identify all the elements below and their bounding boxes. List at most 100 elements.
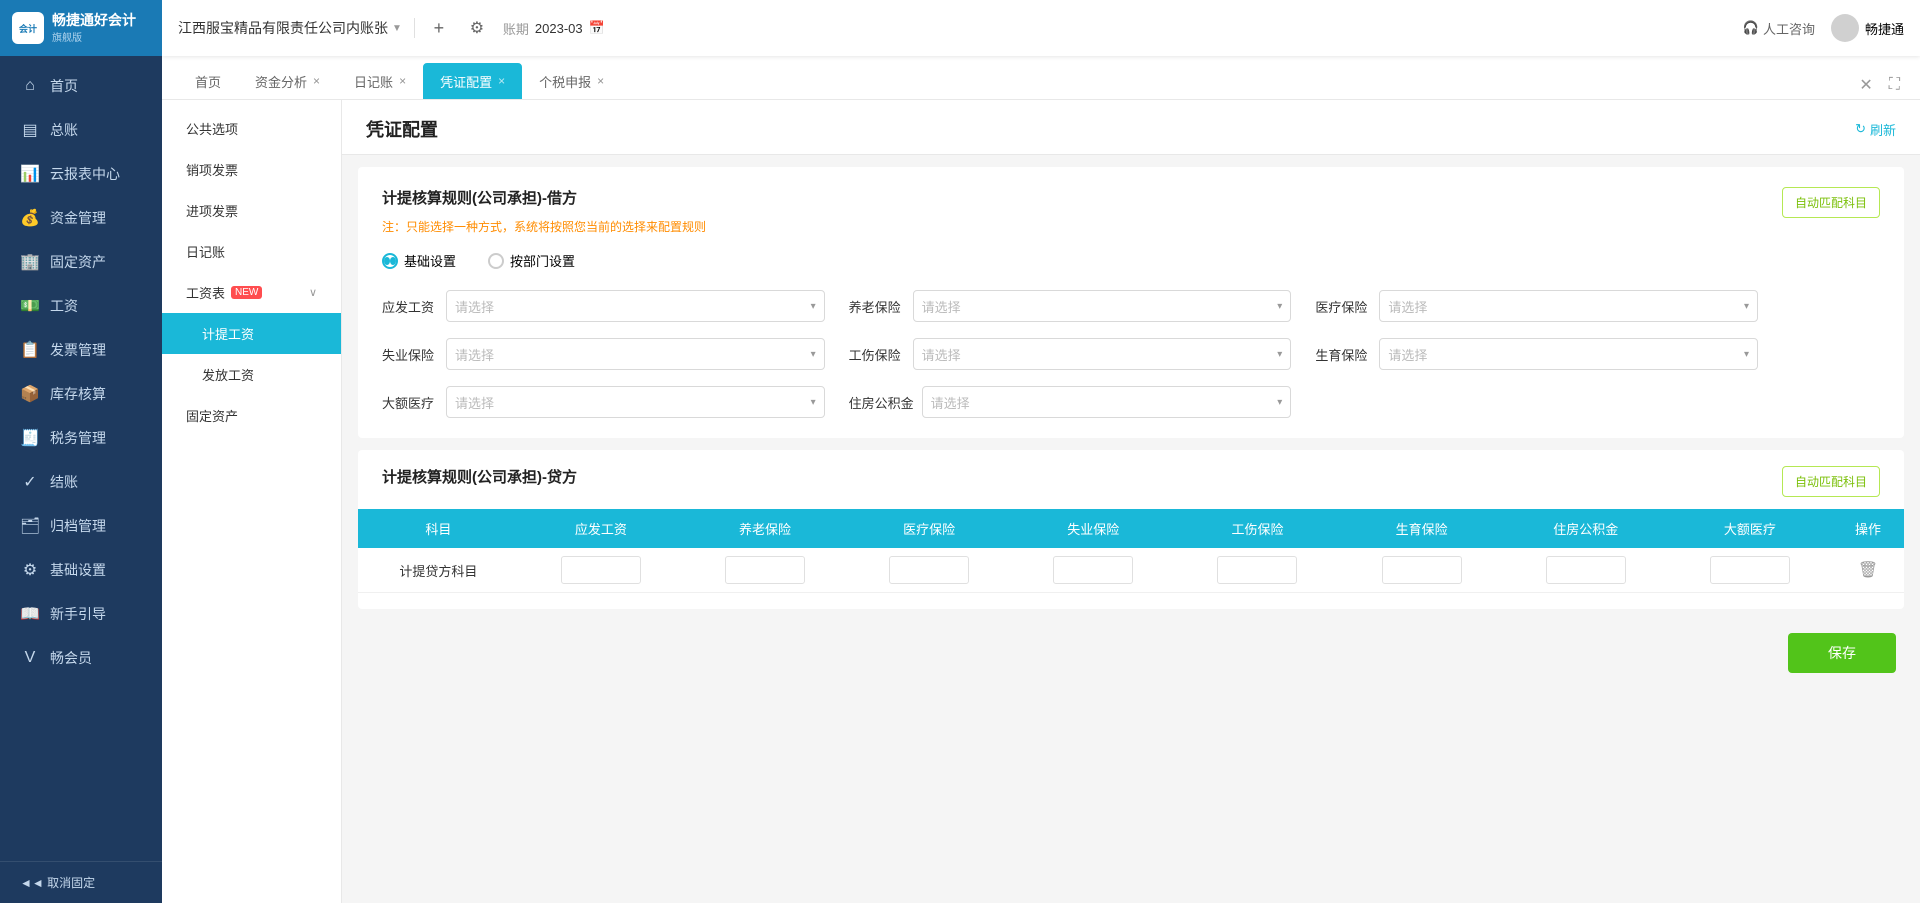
menu-item-fixed-assets[interactable]: 固定资产 bbox=[162, 395, 341, 436]
unemployment-select[interactable]: 请选择 ▾ bbox=[446, 338, 825, 370]
calendar-icon: 📅 bbox=[589, 20, 605, 36]
maternity-select[interactable]: 请选择 ▾ bbox=[1379, 338, 1758, 370]
sidebar-label-home: 首页 bbox=[50, 76, 78, 96]
large-medical-arrow: ▾ bbox=[811, 397, 816, 408]
tab-tax-close[interactable]: × bbox=[597, 74, 604, 88]
col-unemployment: 失业保险 bbox=[1011, 509, 1175, 548]
medical-select[interactable]: 请选择 ▾ bbox=[1379, 290, 1758, 322]
topbar: 江西服宝精品有限责任公司内账张 ▼ + ⚙ 账期 2023-03 📅 🎧 人工咨… bbox=[162, 0, 1920, 56]
close-tab-button[interactable]: ✕ bbox=[1855, 71, 1876, 99]
radio-group: 基础设置 按部门设置 bbox=[382, 251, 1758, 270]
tab-tax[interactable]: 个税申报 × bbox=[522, 63, 621, 99]
company-selector[interactable]: 江西服宝精品有限责任公司内账张 ▼ bbox=[178, 18, 402, 38]
payroll-submenu: 计提工资 发放工资 bbox=[162, 313, 341, 395]
tab-home[interactable]: 首页 bbox=[178, 63, 238, 99]
col-subject: 科目 bbox=[358, 509, 519, 548]
credit-auto-match-button[interactable]: 自动匹配科目 bbox=[1782, 466, 1880, 497]
input-pension[interactable] bbox=[725, 556, 805, 584]
radio-basic[interactable]: 基础设置 bbox=[382, 251, 456, 270]
app-name: 畅捷通好会计 bbox=[52, 12, 136, 29]
unemployment-arrow: ▾ bbox=[811, 349, 816, 360]
closing-icon: ✓ bbox=[20, 472, 40, 492]
sidebar-item-home[interactable]: ⌂ 首页 bbox=[0, 64, 162, 108]
pension-select[interactable]: 请选择 ▾ bbox=[913, 290, 1292, 322]
sidebar-label-funds: 资金管理 bbox=[50, 208, 106, 228]
housing-select[interactable]: 请选择 ▾ bbox=[922, 386, 1292, 418]
tab-funds[interactable]: 资金分析 × bbox=[238, 63, 337, 99]
input-injury[interactable] bbox=[1217, 556, 1297, 584]
settings-icon: ⚙ bbox=[20, 560, 40, 580]
sidebar-item-closing[interactable]: ✓ 结账 bbox=[0, 460, 162, 504]
left-menu: 公共选项 销项发票 进项发票 日记账 工资表 NEW ∨ 计提工资 发放工资 固… bbox=[162, 100, 342, 903]
menu-item-diary[interactable]: 日记账 bbox=[162, 231, 341, 272]
base-salary-select[interactable]: 请选择 ▾ bbox=[446, 290, 825, 322]
radio-basic-label: 基础设置 bbox=[404, 251, 456, 270]
sidebar-item-archive[interactable]: 🗂 归档管理 bbox=[0, 504, 162, 548]
sidebar-label-ledger: 总账 bbox=[50, 120, 78, 140]
sidebar-pin-toggle[interactable]: ◄◄ 取消固定 bbox=[0, 861, 162, 903]
sidebar-item-reports[interactable]: 📊 云报表中心 bbox=[0, 152, 162, 196]
sidebar-item-assets[interactable]: 🏢 固定资产 bbox=[0, 240, 162, 284]
debit-auto-match-button[interactable]: 自动匹配科目 bbox=[1782, 187, 1880, 218]
sidebar-item-invoices[interactable]: 📋 发票管理 bbox=[0, 328, 162, 372]
add-company-button[interactable]: + bbox=[427, 16, 451, 40]
save-button[interactable]: 保存 bbox=[1788, 633, 1896, 673]
sidebar-item-settings[interactable]: ⚙ 基础设置 bbox=[0, 548, 162, 592]
user-menu[interactable]: 畅捷通 bbox=[1831, 14, 1904, 42]
menu-item-accrual[interactable]: 计提工资 bbox=[162, 313, 341, 354]
menu-item-purchase[interactable]: 进项发票 bbox=[162, 190, 341, 231]
menu-item-sales[interactable]: 销项发票 bbox=[162, 149, 341, 190]
sidebar-item-ledger[interactable]: ▤ 总账 bbox=[0, 108, 162, 152]
pin-toggle-label: ◄◄ 取消固定 bbox=[20, 874, 95, 891]
injury-select[interactable]: 请选择 ▾ bbox=[913, 338, 1292, 370]
period-label: 账期 bbox=[503, 19, 529, 38]
support-button[interactable]: 🎧 人工咨询 bbox=[1743, 19, 1815, 38]
housing-arrow: ▾ bbox=[1277, 397, 1282, 408]
menu-item-public[interactable]: 公共选项 bbox=[162, 108, 341, 149]
tab-voucher-label: 凭证配置 bbox=[440, 72, 492, 91]
input-base-salary[interactable] bbox=[561, 556, 641, 584]
tab-diary[interactable]: 日记账 × bbox=[337, 63, 423, 99]
company-settings-button[interactable]: ⚙ bbox=[463, 14, 491, 42]
col-medical: 医疗保险 bbox=[847, 509, 1011, 548]
large-medical-select[interactable]: 请选择 ▾ bbox=[446, 386, 825, 418]
tab-funds-label: 资金分析 bbox=[255, 72, 307, 91]
tab-tax-label: 个税申报 bbox=[539, 72, 591, 91]
input-unemployment[interactable] bbox=[1053, 556, 1133, 584]
save-area: 保存 bbox=[342, 621, 1920, 685]
tab-funds-close[interactable]: × bbox=[313, 74, 320, 88]
tab-diary-close[interactable]: × bbox=[399, 74, 406, 88]
menu-item-payroll-table[interactable]: 工资表 NEW ∨ bbox=[162, 272, 341, 313]
input-housing[interactable] bbox=[1546, 556, 1626, 584]
radio-dept[interactable]: 按部门设置 bbox=[488, 251, 575, 270]
guide-icon: 📖 bbox=[20, 604, 40, 624]
form-item-pension: 养老保险 请选择 ▾ bbox=[849, 290, 1292, 322]
reports-icon: 📊 bbox=[20, 164, 40, 184]
sidebar-item-payroll[interactable]: 💵 工资 bbox=[0, 284, 162, 328]
company-name: 江西服宝精品有限责任公司内账张 bbox=[178, 18, 388, 38]
debit-section-title: 计提核算规则(公司承担)-借方 bbox=[382, 187, 1758, 208]
page-title: 凭证配置 bbox=[366, 116, 438, 142]
maximize-tab-button[interactable]: ⛶ bbox=[1885, 72, 1904, 98]
tab-home-label: 首页 bbox=[195, 72, 221, 91]
input-maternity[interactable] bbox=[1382, 556, 1462, 584]
large-medical-placeholder: 请选择 bbox=[455, 393, 494, 412]
tab-voucher-close[interactable]: × bbox=[498, 74, 505, 88]
form-item-maternity: 生育保险 请选择 ▾ bbox=[1315, 338, 1758, 370]
tab-voucher[interactable]: 凭证配置 × bbox=[423, 63, 522, 99]
sidebar-item-tax[interactable]: 🧾 税务管理 bbox=[0, 416, 162, 460]
input-medical[interactable] bbox=[889, 556, 969, 584]
cell-pension bbox=[683, 548, 847, 593]
logo-name-block: 畅捷通好会计 旗舰版 bbox=[52, 12, 136, 44]
period-selector[interactable]: 账期 2023-03 📅 bbox=[503, 19, 605, 38]
input-large-medical[interactable] bbox=[1710, 556, 1790, 584]
sidebar-item-inventory[interactable]: 📦 库存核算 bbox=[0, 372, 162, 416]
sidebar-item-funds[interactable]: 💰 资金管理 bbox=[0, 196, 162, 240]
menu-item-payroll-issue[interactable]: 发放工资 bbox=[162, 354, 341, 395]
refresh-button[interactable]: ↻ 刷新 bbox=[1855, 120, 1896, 139]
sidebar-item-vip[interactable]: V 畅会员 bbox=[0, 636, 162, 680]
content-area: 凭证配置 ↻ 刷新 计提核算规则(公司承担)-借方 注：只能选择一种方式，系统将… bbox=[342, 100, 1920, 903]
delete-row-button[interactable]: 🗑 bbox=[1858, 560, 1878, 580]
sidebar-item-guide[interactable]: 📖 新手引导 bbox=[0, 592, 162, 636]
cell-housing bbox=[1504, 548, 1668, 593]
